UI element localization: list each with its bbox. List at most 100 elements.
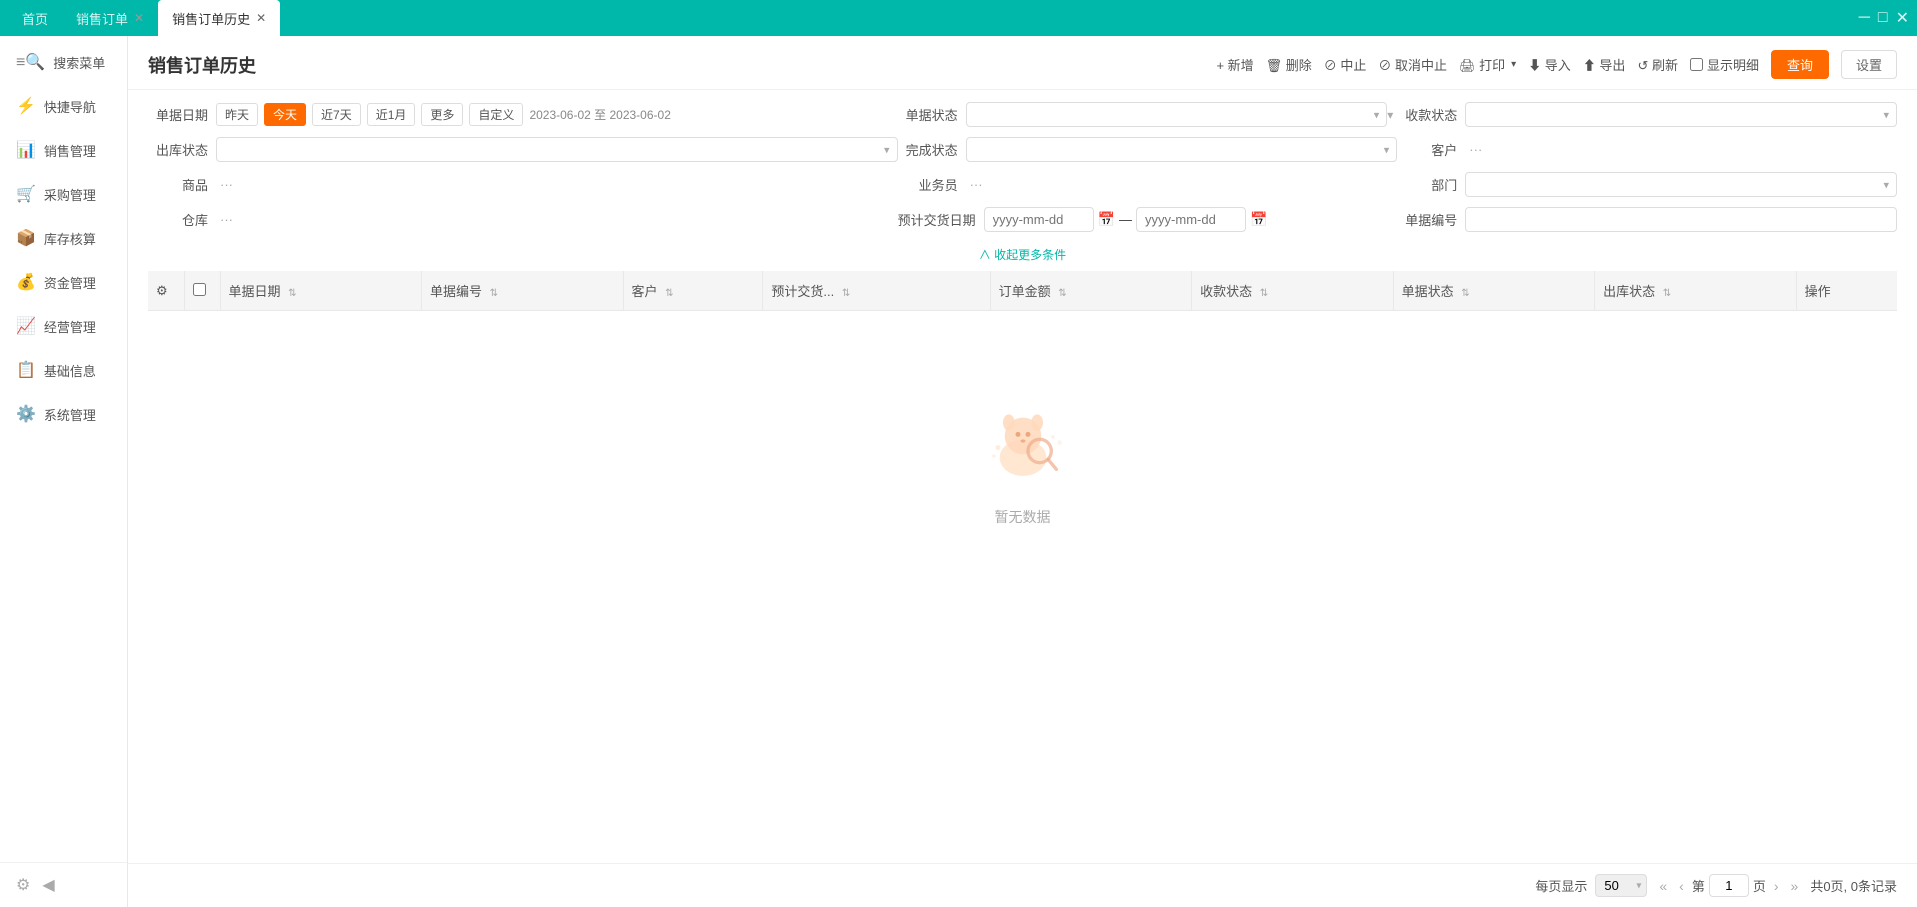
payment-status-select-wrapper bbox=[1465, 102, 1897, 127]
delivery-date-control: 📅 — 📅 bbox=[984, 207, 1398, 232]
tab-sales-order-history[interactable]: 销售订单历史 ✕ bbox=[158, 0, 280, 36]
btn-stop[interactable]: ⊘ 中止 bbox=[1324, 55, 1367, 74]
date-btn-more[interactable]: 更多 bbox=[421, 103, 463, 126]
page-nav: « ‹ 第 页 › » bbox=[1655, 874, 1802, 897]
delivery-date-from[interactable] bbox=[984, 207, 1094, 232]
filter-salesperson: 业务员 ··· bbox=[898, 175, 1398, 194]
customer-dots-btn[interactable]: ··· bbox=[1465, 142, 1486, 157]
sidebar-item-purchase-mgmt[interactable]: 🛒 采购管理 bbox=[0, 172, 127, 216]
btn-new[interactable]: + 新增 bbox=[1216, 55, 1253, 74]
sidebar-item-sales-mgmt[interactable]: 📊 销售管理 bbox=[0, 128, 127, 172]
sort-icon-bill-status: ⇅ bbox=[1461, 288, 1469, 299]
sidebar-item-search-menu[interactable]: ≡🔍 搜索菜单 bbox=[0, 40, 127, 84]
top-bar: 首页 销售订单 ✕ 销售订单历史 ✕ ─ □ ✕ bbox=[0, 0, 1917, 36]
sidebar-item-basic-info[interactable]: 📋 基础信息 bbox=[0, 348, 127, 392]
warehouse-label: 仓库 bbox=[148, 210, 208, 229]
filter-delivery-date: 预计交货日期 📅 — 📅 bbox=[898, 207, 1398, 232]
payment-status-select[interactable] bbox=[1465, 102, 1897, 127]
filter-department: 部门 bbox=[1397, 172, 1897, 197]
out-status-select[interactable] bbox=[216, 137, 898, 162]
warehouse-control: ··· bbox=[216, 212, 898, 227]
content-area: 销售订单历史 + 新增 🗑 删除 ⊘ 中止 ⊘ 取消中止 🖨 打印 bbox=[128, 36, 1917, 907]
tab-sales-order[interactable]: 销售订单 ✕ bbox=[62, 0, 158, 36]
show-details-checkbox[interactable] bbox=[1690, 58, 1703, 71]
select-all-checkbox[interactable] bbox=[193, 283, 206, 296]
date-btn-custom[interactable]: 自定义 bbox=[469, 103, 523, 126]
tab-close-sales-order[interactable]: ✕ bbox=[134, 11, 144, 25]
date-btn-1month[interactable]: 近1月 bbox=[367, 103, 416, 126]
btn-print[interactable]: 🖨 打印 bbox=[1459, 55, 1516, 74]
filter-date: 单据日期 昨天 今天 近7天 近1月 更多 自定义 2023-06-02 至 2… bbox=[148, 103, 898, 126]
th-customer[interactable]: 客户 ⇅ bbox=[623, 271, 763, 311]
first-page-btn[interactable]: « bbox=[1655, 876, 1671, 896]
btn-refresh[interactable]: ↺ 刷新 bbox=[1637, 55, 1678, 74]
salesperson-dots-btn[interactable]: ··· bbox=[966, 177, 987, 192]
salesperson-label: 业务员 bbox=[898, 175, 958, 194]
calendar-icon-from[interactable]: 📅 bbox=[1098, 211, 1115, 228]
th-out-status[interactable]: 出库状态 ⇅ bbox=[1595, 271, 1797, 311]
setting-button[interactable]: 设置 bbox=[1841, 50, 1897, 79]
delivery-date-to[interactable] bbox=[1136, 207, 1246, 232]
sidebar-item-inventory[interactable]: 📦 库存核算 bbox=[0, 216, 127, 260]
sidebar-item-system-mgmt[interactable]: ⚙️ 系统管理 bbox=[0, 392, 127, 436]
calendar-icon-to[interactable]: 📅 bbox=[1250, 211, 1267, 228]
bill-status-select[interactable] bbox=[966, 102, 1388, 127]
sidebar-item-quick-nav[interactable]: ⚡ 快捷导航 bbox=[0, 84, 127, 128]
tab-home[interactable]: 首页 bbox=[8, 0, 62, 36]
filter-bill-status: 单据状态 ▾ bbox=[898, 102, 1398, 127]
date-btn-yesterday[interactable]: 昨天 bbox=[216, 103, 258, 126]
th-bill-status[interactable]: 单据状态 ⇅ bbox=[1393, 271, 1595, 311]
collapse-sidebar-icon[interactable]: ◀ bbox=[42, 875, 54, 895]
data-table: ⚙ 单据日期 ⇅ 单据编号 ⇅ 客户 ⇅ bbox=[148, 271, 1897, 587]
show-details-toggle[interactable]: 显示明细 bbox=[1690, 55, 1759, 74]
page-unit: 页 bbox=[1753, 876, 1766, 895]
basic-info-icon: 📋 bbox=[16, 360, 36, 380]
btn-cancel-stop[interactable]: ⊘ 取消中止 bbox=[1378, 55, 1447, 74]
empty-state: 暂无数据 bbox=[148, 311, 1897, 587]
page-input[interactable] bbox=[1709, 874, 1749, 897]
tab-close-history[interactable]: ✕ bbox=[256, 11, 266, 25]
settings-bottom-icon[interactable]: ⚙ bbox=[16, 875, 30, 895]
th-checkbox[interactable] bbox=[184, 271, 220, 311]
complete-status-select[interactable] bbox=[966, 137, 1398, 162]
total-info: 共0页, 0条记录 bbox=[1810, 876, 1897, 895]
query-button[interactable]: 查询 bbox=[1771, 50, 1829, 79]
goods-dots-btn[interactable]: ··· bbox=[216, 177, 237, 192]
sidebar-item-capital[interactable]: 💰 资金管理 bbox=[0, 260, 127, 304]
th-bill-date[interactable]: 单据日期 ⇅ bbox=[220, 271, 422, 311]
bill-status-select-wrapper bbox=[966, 102, 1388, 127]
btn-export[interactable]: ⬆ 导出 bbox=[1583, 55, 1626, 74]
btn-delete[interactable]: 🗑 删除 bbox=[1266, 55, 1312, 74]
th-gear[interactable]: ⚙ bbox=[148, 271, 184, 311]
payment-status-label: 收款状态 bbox=[1397, 105, 1457, 124]
empty-icon bbox=[973, 391, 1073, 491]
btn-import[interactable]: ⬇ 导入 bbox=[1528, 55, 1571, 74]
filter-warehouse: 仓库 ··· bbox=[148, 210, 898, 229]
collapse-bar[interactable]: ∧ 收起更多条件 bbox=[148, 242, 1897, 271]
prev-page-btn[interactable]: ‹ bbox=[1675, 876, 1688, 896]
warehouse-dots-btn[interactable]: ··· bbox=[216, 212, 237, 227]
sort-icon-amount: ⇅ bbox=[1058, 288, 1066, 299]
close-btn[interactable]: ✕ bbox=[1896, 8, 1909, 28]
sort-icon-delivery: ⇅ bbox=[842, 288, 850, 299]
sidebar-item-operations[interactable]: 📈 经营管理 bbox=[0, 304, 127, 348]
next-page-btn[interactable]: › bbox=[1770, 876, 1783, 896]
department-select[interactable] bbox=[1465, 172, 1897, 197]
minimize-btn[interactable]: ─ bbox=[1859, 9, 1870, 27]
page-header: 销售订单历史 + 新增 🗑 删除 ⊘ 中止 ⊘ 取消中止 🖨 打印 bbox=[128, 36, 1917, 90]
table-header: ⚙ 单据日期 ⇅ 单据编号 ⇅ 客户 ⇅ bbox=[148, 271, 1897, 311]
last-page-btn[interactable]: » bbox=[1787, 876, 1803, 896]
th-payment-status[interactable]: 收款状态 ⇅ bbox=[1192, 271, 1394, 311]
filter-goods: 商品 ··· bbox=[148, 175, 898, 194]
bill-no-input[interactable] bbox=[1465, 207, 1897, 232]
th-bill-no[interactable]: 单据编号 ⇅ bbox=[422, 271, 624, 311]
date-btn-7days[interactable]: 近7天 bbox=[312, 103, 361, 126]
date-btn-today[interactable]: 今天 bbox=[264, 103, 306, 126]
sales-icon: 📊 bbox=[16, 140, 36, 160]
th-order-amount[interactable]: 订单金额 ⇅ bbox=[990, 271, 1192, 311]
per-page-select[interactable]: 10 20 50 100 bbox=[1595, 874, 1647, 897]
th-delivery-date[interactable]: 预计交货... ⇅ bbox=[763, 271, 990, 311]
filter-row-3: 商品 ··· 业务员 ··· 部门 bbox=[148, 172, 1897, 197]
sort-icon-bill-no: ⇅ bbox=[490, 288, 498, 299]
maximize-btn[interactable]: □ bbox=[1878, 9, 1888, 27]
